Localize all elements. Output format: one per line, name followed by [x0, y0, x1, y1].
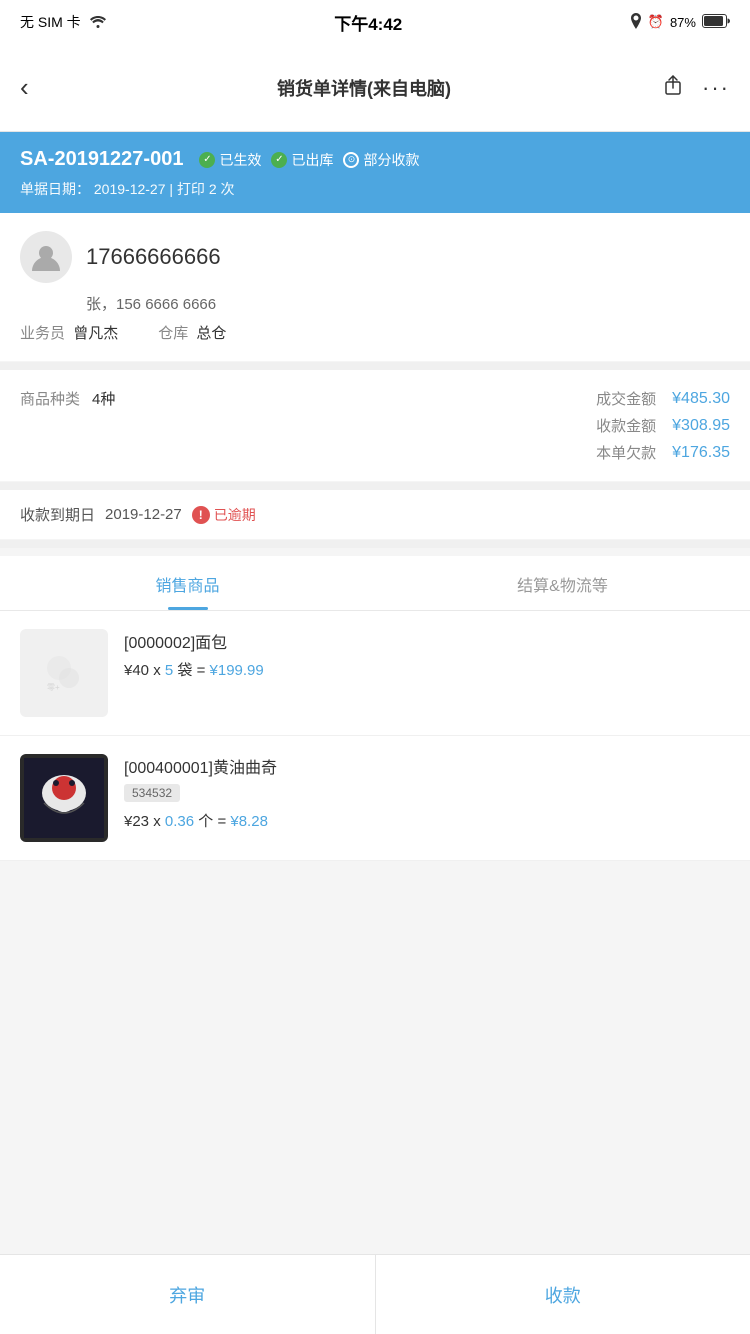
received-row: 收款金额 ¥308.95 — [596, 415, 730, 436]
product-total-2: ¥8.28 — [230, 813, 268, 830]
overdue-icon: ! — [192, 506, 210, 524]
location-icon — [630, 13, 642, 32]
debt-row: 本单欠款 ¥176.35 — [596, 442, 730, 463]
separator-1 — [0, 362, 750, 370]
product-price-row-2: ¥23 x 0.36 个 = ¥8.28 — [124, 810, 730, 831]
order-meta: 单据日期： 2019-12-27 | 打印 2 次 — [20, 179, 730, 199]
badge-effective: ✓ 已生效 — [199, 150, 261, 170]
received-value: ¥308.95 — [672, 417, 730, 435]
avatar — [20, 231, 72, 283]
amount-label: 成交金额 — [596, 388, 656, 409]
product-thumbnail-1: 零+ — [20, 629, 108, 717]
overdue-badge: ! 已逾期 — [192, 505, 256, 525]
clock-icon: ⊙ — [343, 152, 359, 168]
due-section: 收款到期日 2019-12-27 ! 已逾期 — [0, 490, 750, 539]
back-button[interactable]: ‹ — [20, 72, 64, 103]
product-type-value: 4种 — [92, 388, 115, 409]
sales-name: 曾凡杰 — [73, 325, 118, 342]
stats-left: 商品种类 4种 — [20, 388, 115, 409]
tab-sales-products[interactable]: 销售商品 — [0, 556, 375, 610]
product-name-2: [000400001]黄油曲奇 — [124, 754, 730, 778]
bottom-spacer — [0, 861, 750, 941]
product-name-1: [0000002]面包 — [124, 629, 730, 653]
due-label: 收款到期日 — [20, 504, 95, 525]
debt-value: ¥176.35 — [672, 444, 730, 462]
received-label: 收款金额 — [596, 415, 656, 436]
product-price-row-1: ¥40 x 5 袋 = ¥199.99 — [124, 659, 730, 680]
tab-settlement[interactable]: 结算&物流等 — [375, 556, 750, 610]
debt-label: 本单欠款 — [596, 442, 656, 463]
tabs-container: 销售商品 结算&物流等 — [0, 556, 750, 611]
customer-section: 17666666666 张，156 6666 6666 业务员 曾凡杰 仓库 总… — [0, 213, 750, 361]
product-total-1: ¥199.99 — [210, 662, 264, 679]
product-info-2: [000400001]黄油曲奇 534532 ¥23 x 0.36 个 = ¥8… — [124, 754, 730, 831]
stats-section: 商品种类 4种 成交金额 ¥485.30 收款金额 ¥308.95 本单欠款 ¥… — [0, 370, 750, 481]
product-info-1: [0000002]面包 ¥40 x 5 袋 = ¥199.99 — [124, 629, 730, 680]
product-qty-1: 5 — [165, 662, 173, 679]
amount-value: ¥485.30 — [672, 390, 730, 408]
order-header: SA-20191227-001 ✓ 已生效 ✓ 已出库 ⊙ 部分收款 单据日期：… — [0, 132, 750, 213]
status-time: 下午4:42 — [334, 10, 402, 35]
status-left: 无 SIM 卡 — [20, 12, 107, 32]
due-date: 2019-12-27 — [105, 506, 182, 523]
warehouse-name: 总仓 — [196, 325, 226, 342]
status-right: ⏰ 87% — [630, 13, 730, 32]
badge-shipped: ✓ 已出库 — [271, 150, 333, 170]
customer-info-row: 业务员 曾凡杰 仓库 总仓 — [20, 322, 730, 343]
check-icon-2: ✓ — [271, 152, 287, 168]
customer-id: 17666666666 — [86, 244, 221, 270]
alarm-icon: ⏰ — [648, 14, 664, 30]
separator-2 — [0, 482, 750, 490]
battery-icon — [702, 14, 730, 31]
confirm-button[interactable]: 收款 — [376, 1255, 750, 1334]
product-item: 零+ [0000002]面包 ¥40 x 5 袋 = ¥199.99 — [0, 611, 750, 736]
svg-text:零+: 零+ — [47, 683, 60, 692]
more-icon[interactable]: ··· — [702, 75, 730, 101]
check-icon-1: ✓ — [199, 152, 215, 168]
wifi-icon — [89, 14, 107, 31]
amount-row: 成交金额 ¥485.30 — [596, 388, 730, 409]
sales-label: 业务员 — [20, 325, 65, 342]
nav-actions: ··· — [664, 74, 730, 102]
product-qty-2: 0.36 — [165, 813, 194, 830]
product-type-label: 商品种类 — [20, 388, 80, 409]
badge-partial: ⊙ 部分收款 — [343, 150, 419, 170]
product-item-2: [000400001]黄油曲奇 534532 ¥23 x 0.36 个 = ¥8… — [0, 736, 750, 861]
separator-3 — [0, 540, 750, 548]
order-id: SA-20191227-001 — [20, 148, 183, 171]
product-tag-2: 534532 — [124, 784, 180, 802]
customer-sub: 张，156 6666 6666 — [20, 293, 730, 314]
stats-right: 成交金额 ¥485.30 收款金额 ¥308.95 本单欠款 ¥176.35 — [596, 388, 730, 463]
product-thumbnail-2 — [20, 754, 108, 842]
nav-bar: ‹ 销货单详情(来自电脑) ··· — [0, 44, 750, 132]
bottom-bar: 弃审 收款 — [0, 1254, 750, 1334]
carrier-text: 无 SIM 卡 — [20, 12, 81, 32]
page-title: 销货单详情(来自电脑) — [64, 75, 664, 101]
status-bar: 无 SIM 卡 下午4:42 ⏰ 87% — [0, 0, 750, 44]
products-list: 零+ [0000002]面包 ¥40 x 5 袋 = ¥199.99 — [0, 611, 750, 861]
overdue-text: 已逾期 — [214, 505, 256, 525]
order-badges: ✓ 已生效 ✓ 已出库 ⊙ 部分收款 — [199, 150, 419, 170]
warehouse-label: 仓库 — [158, 325, 188, 342]
cancel-button[interactable]: 弃审 — [0, 1255, 376, 1334]
battery-text: 87% — [670, 15, 696, 30]
share-icon[interactable] — [664, 74, 686, 102]
